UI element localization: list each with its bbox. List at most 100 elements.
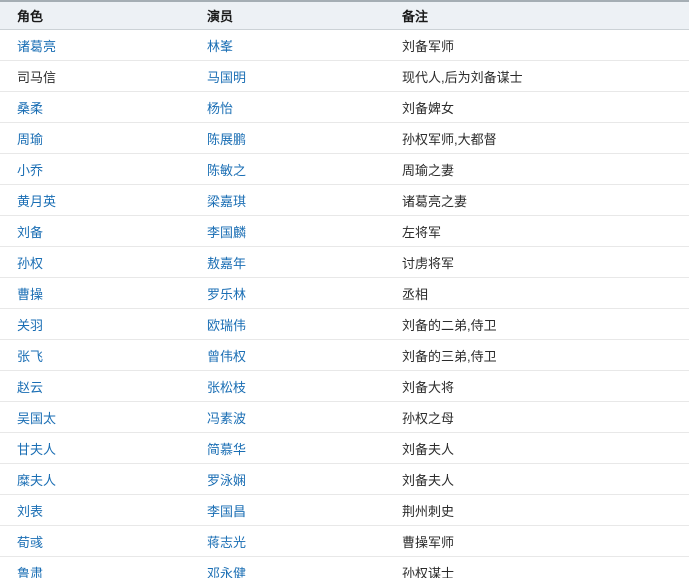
table-row: 张飞 曾伟权 刘备的三弟,侍卫	[0, 339, 689, 371]
role-link[interactable]: 桑柔	[17, 101, 43, 116]
note-cell: 孙权谋士	[385, 556, 689, 578]
role-link[interactable]: 吴国太	[17, 411, 56, 426]
table-row: 赵云 张松枝 刘备大将	[0, 370, 689, 402]
actor-cell: 张松枝	[190, 370, 385, 402]
note-cell: 刘备大将	[385, 370, 689, 402]
actor-cell: 欧瑞伟	[190, 308, 385, 340]
role-link[interactable]: 赵云	[17, 380, 43, 395]
column-header-actor: 演员	[190, 1, 385, 30]
actor-link[interactable]: 李国麟	[207, 225, 246, 240]
actor-link[interactable]: 陈展鹏	[207, 132, 246, 147]
note-cell: 周瑜之妻	[385, 153, 689, 185]
role-cell: 曹操	[0, 277, 190, 309]
role-link[interactable]: 小乔	[17, 163, 43, 178]
table-row: 诸葛亮 林峯 刘备军师	[0, 29, 689, 61]
note-cell: 现代人,后为刘备谋士	[385, 60, 689, 92]
table-row: 曹操 罗乐林 丞相	[0, 277, 689, 309]
note-cell: 丞相	[385, 277, 689, 309]
role-link[interactable]: 周瑜	[17, 132, 43, 147]
role-link[interactable]: 诸葛亮	[17, 39, 56, 54]
role-cell: 孙权	[0, 246, 190, 278]
note-cell: 刘备夫人	[385, 463, 689, 495]
role-link[interactable]: 孙权	[17, 256, 43, 271]
role-link[interactable]: 刘备	[17, 225, 43, 240]
role-link[interactable]: 荀彧	[17, 535, 43, 550]
note-cell: 孙权之母	[385, 401, 689, 433]
actor-link[interactable]: 张松枝	[207, 380, 246, 395]
note-cell: 左将军	[385, 215, 689, 247]
actor-cell: 蒋志光	[190, 525, 385, 557]
actor-cell: 罗泳娴	[190, 463, 385, 495]
actor-link[interactable]: 简慕华	[207, 442, 246, 457]
actor-cell: 陈展鹏	[190, 122, 385, 154]
actor-cell: 马国明	[190, 60, 385, 92]
role-link[interactable]: 张飞	[17, 349, 43, 364]
role-cell: 桑柔	[0, 91, 190, 123]
note-cell: 讨虏将军	[385, 246, 689, 278]
actor-cell: 陈敏之	[190, 153, 385, 185]
table-row: 黄月英 梁嘉琪 诸葛亮之妻	[0, 184, 689, 216]
column-header-note: 备注	[385, 1, 689, 30]
actor-cell: 林峯	[190, 29, 385, 61]
table-row: 桑柔 杨怡 刘备婢女	[0, 91, 689, 123]
role-link[interactable]: 鲁肃	[17, 566, 43, 578]
role-cell: 甘夫人	[0, 432, 190, 464]
note-cell: 刘备的二弟,侍卫	[385, 308, 689, 340]
note-cell: 孙权军师,大都督	[385, 122, 689, 154]
table-body: 诸葛亮 林峯 刘备军师 司马信 马国明 现代人,后为刘备谋士 桑柔 杨怡 刘备婢…	[0, 29, 689, 578]
actor-cell: 李国麟	[190, 215, 385, 247]
role-cell: 司马信	[0, 60, 190, 92]
actor-link[interactable]: 敖嘉年	[207, 256, 246, 271]
role-link[interactable]: 曹操	[17, 287, 43, 302]
table-row: 孙权 敖嘉年 讨虏将军	[0, 246, 689, 278]
role-cell: 小乔	[0, 153, 190, 185]
role-cell: 糜夫人	[0, 463, 190, 495]
header-row: 角色 演员 备注	[0, 1, 689, 30]
actor-link[interactable]: 邓永健	[207, 566, 246, 578]
note-cell: 刘备军师	[385, 29, 689, 61]
note-cell: 诸葛亮之妻	[385, 184, 689, 216]
table-row: 吴国太 冯素波 孙权之母	[0, 401, 689, 433]
actor-link[interactable]: 梁嘉琪	[207, 194, 246, 209]
actor-link[interactable]: 李国昌	[207, 504, 246, 519]
table-row: 糜夫人 罗泳娴 刘备夫人	[0, 463, 689, 495]
role-cell: 赵云	[0, 370, 190, 402]
table-row: 司马信 马国明 现代人,后为刘备谋士	[0, 60, 689, 92]
role-text: 司马信	[17, 69, 57, 85]
actor-link[interactable]: 马国明	[207, 70, 246, 85]
note-cell: 刘备的三弟,侍卫	[385, 339, 689, 371]
cast-table: 角色 演员 备注 诸葛亮 林峯 刘备军师 司马信 马国明 现代人,后为刘备谋士 …	[0, 0, 689, 578]
actor-link[interactable]: 曾伟权	[207, 349, 246, 364]
actor-cell: 简慕华	[190, 432, 385, 464]
role-link[interactable]: 糜夫人	[17, 473, 56, 488]
actor-link[interactable]: 欧瑞伟	[207, 318, 246, 333]
role-link[interactable]: 黄月英	[17, 194, 56, 209]
table-row: 关羽 欧瑞伟 刘备的二弟,侍卫	[0, 308, 689, 340]
role-cell: 刘备	[0, 215, 190, 247]
actor-link[interactable]: 陈敏之	[207, 163, 246, 178]
actor-cell: 冯素波	[190, 401, 385, 433]
column-header-role: 角色	[0, 1, 190, 30]
cast-table-page: 角色 演员 备注 诸葛亮 林峯 刘备军师 司马信 马国明 现代人,后为刘备谋士 …	[0, 0, 689, 578]
note-cell: 曹操军师	[385, 525, 689, 557]
actor-link[interactable]: 林峯	[207, 39, 233, 54]
role-link[interactable]: 关羽	[17, 318, 43, 333]
role-cell: 荀彧	[0, 525, 190, 557]
actor-cell: 曾伟权	[190, 339, 385, 371]
role-link[interactable]: 刘表	[17, 504, 43, 519]
actor-link[interactable]: 蒋志光	[207, 535, 246, 550]
actor-link[interactable]: 罗泳娴	[207, 473, 246, 488]
table-row: 刘表 李国昌 荆州刺史	[0, 494, 689, 526]
actor-link[interactable]: 罗乐林	[207, 287, 246, 302]
role-cell: 诸葛亮	[0, 29, 190, 61]
actor-cell: 梁嘉琪	[190, 184, 385, 216]
role-cell: 黄月英	[0, 184, 190, 216]
actor-cell: 杨怡	[190, 91, 385, 123]
role-link[interactable]: 甘夫人	[17, 442, 56, 457]
table-row: 荀彧 蒋志光 曹操军师	[0, 525, 689, 557]
actor-link[interactable]: 冯素波	[207, 411, 246, 426]
actor-link[interactable]: 杨怡	[207, 101, 233, 116]
role-cell: 张飞	[0, 339, 190, 371]
note-cell: 荆州刺史	[385, 494, 689, 526]
table-row: 小乔 陈敏之 周瑜之妻	[0, 153, 689, 185]
